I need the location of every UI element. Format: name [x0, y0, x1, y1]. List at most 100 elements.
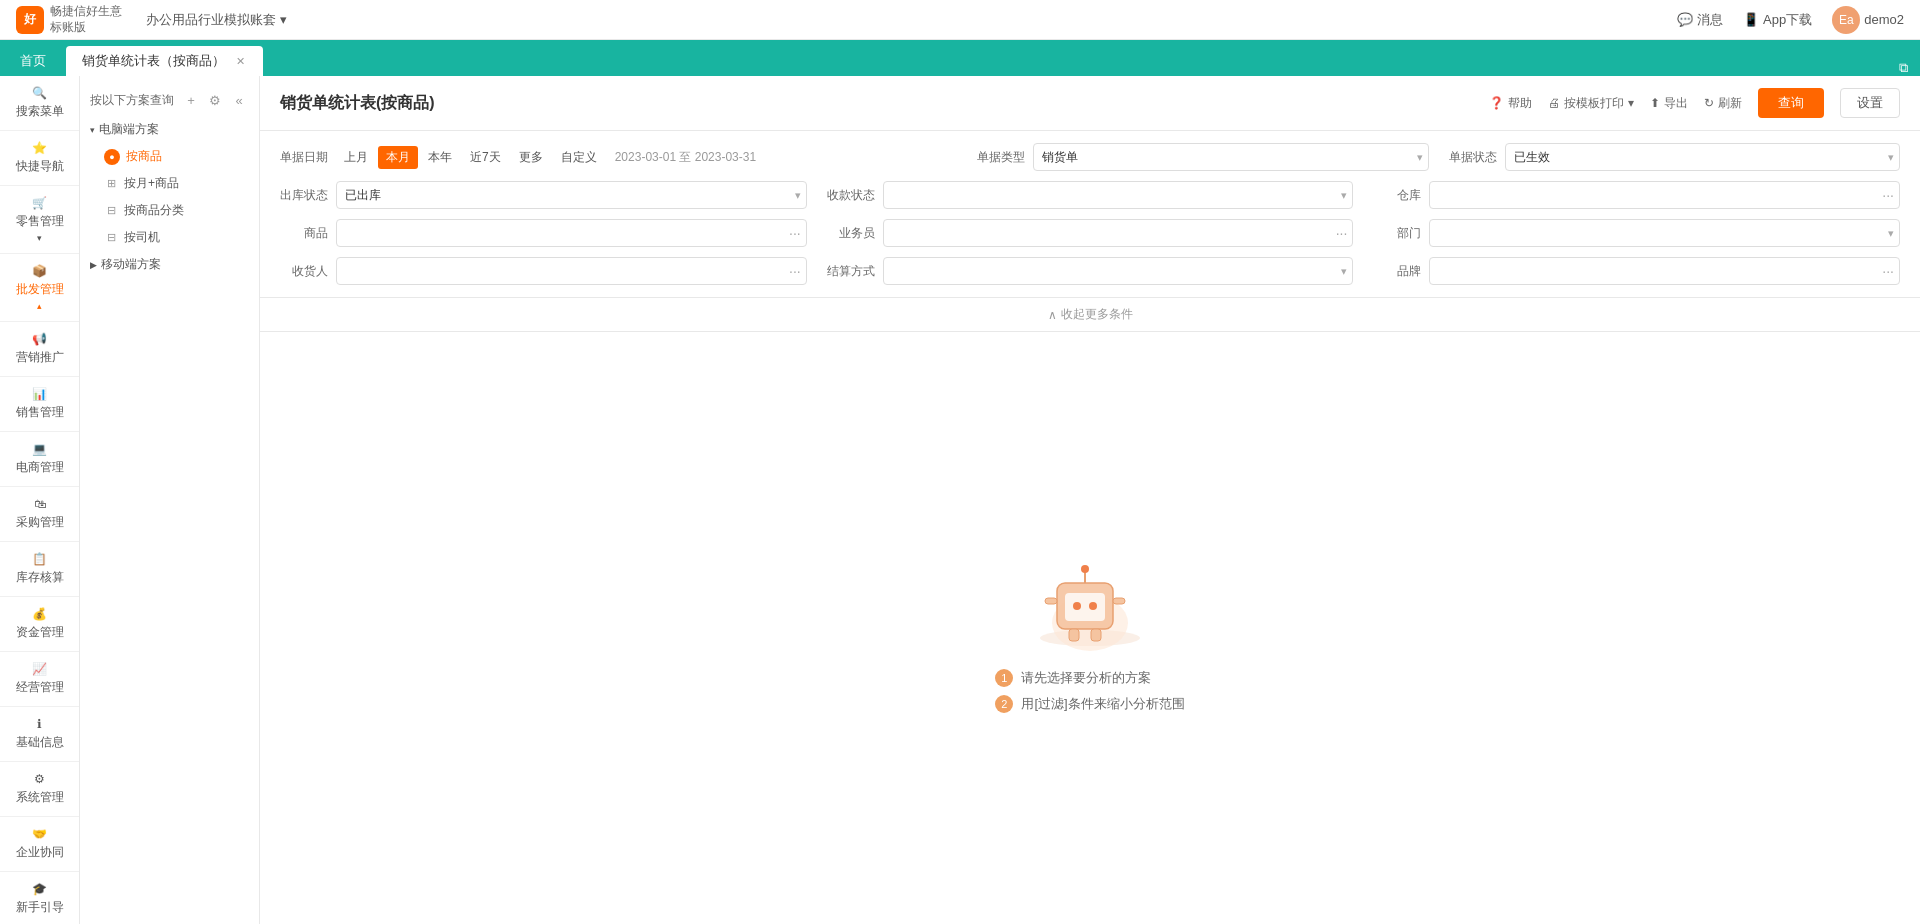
sidebar-item-wholesale[interactable]: 📦 批发管理 ▴	[0, 254, 79, 322]
collapse-btn[interactable]: ∧ 收起更多条件	[1048, 306, 1133, 323]
scheme-item-driver[interactable]: ⊟ 按司机	[80, 224, 259, 251]
sidebar-item-inventory[interactable]: 📋 库存核算	[0, 542, 79, 597]
header-right: 💬 消息 📱 App下载 Ea demo2	[1677, 6, 1904, 34]
sidebar-item-guide[interactable]: 🎓 新手引导	[0, 872, 79, 924]
filter-row-3: 商品 ··· 业务员 ··· 部门	[280, 219, 1900, 247]
out-status-select[interactable]: 已出库	[336, 181, 807, 209]
scheme-group-pc-header[interactable]: ▾ 电脑端方案	[80, 116, 259, 143]
receiver-input[interactable]	[336, 257, 807, 285]
receipt-status-select[interactable]	[883, 181, 1354, 209]
date-tab-this-year[interactable]: 本年	[420, 146, 460, 169]
date-tab-7days[interactable]: 近7天	[462, 146, 509, 169]
export-btn[interactable]: ⬆ 导出	[1650, 95, 1688, 112]
receipt-status-label: 收款状态	[827, 187, 883, 204]
marketing-icon: 📢	[32, 332, 47, 346]
filter-doc-type: 单据类型 销货单 ▾	[977, 143, 1428, 171]
sidebar-operations-label: 经营管理	[16, 679, 64, 696]
breadcrumb-dropdown[interactable]: 办公用品行业模拟账套 ▾	[146, 11, 287, 29]
help-label: 帮助	[1508, 95, 1532, 112]
tab-close-btn[interactable]: ✕	[233, 54, 247, 68]
brand-input[interactable]	[1429, 257, 1900, 285]
sales-icon: 📊	[32, 387, 47, 401]
page-title-row: 销货单统计表(按商品) ❓ 帮助 🖨 按模板打印 ▾ ⬆	[280, 88, 1900, 118]
sidebar-item-collab[interactable]: 🤝 企业协同	[0, 817, 79, 872]
scheme-collapse-btn[interactable]: «	[229, 90, 249, 110]
sidebar-quick-label: 快捷导航	[16, 158, 64, 175]
scheme-item-driver-label: 按司机	[124, 229, 160, 246]
filter-area: 单据日期 上月 本月 本年 近7天 更多 自定义 2023-03-01 至 20…	[260, 131, 1920, 298]
scheme-item-by-goods-label: 按商品	[126, 148, 162, 165]
empty-hint-2: 2 用[过滤]条件来缩小分析范围	[995, 695, 1184, 713]
sidebar-item-marketing[interactable]: 📢 营销推广	[0, 322, 79, 377]
sidebar-finance-label: 资金管理	[16, 624, 64, 641]
scheme-item-month-goods[interactable]: ⊞ 按月+商品	[80, 170, 259, 197]
breadcrumb-arrow: ▾	[280, 12, 287, 27]
salesman-input[interactable]	[883, 219, 1354, 247]
help-btn[interactable]: ❓ 帮助	[1489, 95, 1532, 112]
message-label: 消息	[1697, 11, 1723, 29]
warehouse-control: ···	[1429, 181, 1900, 209]
breadcrumb-text: 办公用品行业模拟账套	[146, 11, 276, 29]
filter-out-status: 出库状态 已出库 ▾	[280, 181, 807, 209]
tab-restore-icon[interactable]: ⧉	[1899, 60, 1908, 76]
scheme-panel-header: 按以下方案查询 + ⚙ «	[80, 84, 259, 116]
sidebar-item-quick-nav[interactable]: ⭐ 快捷导航	[0, 131, 79, 186]
sidebar-sales-label: 销售管理	[16, 404, 64, 421]
tab-active[interactable]: 销货单统计表（按商品） ✕	[66, 46, 263, 76]
app-download-action[interactable]: 📱 App下载	[1743, 11, 1812, 29]
refresh-btn[interactable]: ↻ 刷新	[1704, 95, 1742, 112]
sidebar-item-basic[interactable]: ℹ 基础信息	[0, 707, 79, 762]
top-header: 好 畅捷信好生意 标账版 办公用品行业模拟账套 ▾ 💬 消息 📱 App下载 E…	[0, 0, 1920, 40]
scheme-group-pc: ▾ 电脑端方案 ● 按商品 ⊞ 按月+商品 ⊟ 按商品分类 ⊟ 按司机	[80, 116, 259, 251]
warehouse-input[interactable]	[1429, 181, 1900, 209]
refresh-icon: ↻	[1704, 96, 1714, 110]
sidebar-item-purchase[interactable]: 🛍 采购管理	[0, 487, 79, 542]
template-print-btn[interactable]: 🖨 按模板打印 ▾	[1548, 95, 1634, 112]
scheme-group-mobile: ▶ 移动端方案	[80, 251, 259, 278]
dept-select[interactable]	[1429, 219, 1900, 247]
empty-state: 1 请先选择要分析的方案 2 用[过滤]条件来缩小分析范围	[260, 332, 1920, 924]
collapse-arrow-icon: ∧	[1048, 308, 1057, 322]
settings-btn[interactable]: 设置	[1840, 88, 1900, 118]
template-print-label: 按模板打印	[1564, 95, 1624, 112]
goods-input[interactable]	[336, 219, 807, 247]
out-status-control: 已出库 ▾	[336, 181, 807, 209]
date-tab-more[interactable]: 更多	[511, 146, 551, 169]
filter-row-2: 出库状态 已出库 ▾ 收款状态	[280, 181, 1900, 209]
sidebar-item-sales[interactable]: 📊 销售管理	[0, 377, 79, 432]
query-btn[interactable]: 查询	[1758, 88, 1824, 118]
message-action[interactable]: 💬 消息	[1677, 11, 1723, 29]
hint-2-text: 用[过滤]条件来缩小分析范围	[1021, 695, 1184, 713]
scheme-group-mobile-label: 移动端方案	[101, 256, 161, 273]
sidebar-item-ecommerce[interactable]: 💻 电商管理	[0, 432, 79, 487]
date-tab-last-month[interactable]: 上月	[336, 146, 376, 169]
user-action[interactable]: Ea demo2	[1832, 6, 1904, 34]
settlement-select[interactable]	[883, 257, 1354, 285]
ecommerce-icon: 💻	[32, 442, 47, 456]
doc-status-select[interactable]: 已生效	[1505, 143, 1900, 171]
doc-type-select[interactable]: 销货单	[1033, 143, 1428, 171]
content-area: 按以下方案查询 + ⚙ « ▾ 电脑端方案 ● 按商品 ⊞	[80, 76, 1920, 924]
filter-row-1: 单据日期 上月 本月 本年 近7天 更多 自定义 2023-03-01 至 20…	[280, 143, 1900, 171]
filter-row-4: 收货人 ··· 结算方式 ▾	[280, 257, 1900, 285]
scheme-item-by-goods[interactable]: ● 按商品	[80, 143, 259, 170]
refresh-label: 刷新	[1718, 95, 1742, 112]
sidebar-item-operations[interactable]: 📈 经营管理	[0, 652, 79, 707]
sidebar-item-system[interactable]: ⚙ 系统管理	[0, 762, 79, 817]
user-label: demo2	[1864, 12, 1904, 27]
date-tab-custom[interactable]: 自定义	[553, 146, 605, 169]
sidebar-item-search[interactable]: 🔍 搜索菜单	[0, 76, 79, 131]
date-tab-this-month[interactable]: 本月	[378, 146, 418, 169]
scheme-settings-btn[interactable]: ⚙	[205, 90, 225, 110]
scheme-add-btn[interactable]: +	[181, 90, 201, 110]
scheme-item-goods-category[interactable]: ⊟ 按商品分类	[80, 197, 259, 224]
tab-home[interactable]: 首页	[4, 46, 62, 76]
sidebar-item-finance[interactable]: 💰 资金管理	[0, 597, 79, 652]
sidebar-item-retail[interactable]: 🛒 零售管理 ▾	[0, 186, 79, 254]
star-icon: ⭐	[32, 141, 47, 155]
system-icon: ⚙	[34, 772, 45, 786]
scheme-group-mobile-header[interactable]: ▶ 移动端方案	[80, 251, 259, 278]
active-scheme-dot: ●	[104, 149, 120, 165]
settlement-label: 结算方式	[827, 263, 883, 280]
scheme-group-pc-label: 电脑端方案	[99, 121, 159, 138]
